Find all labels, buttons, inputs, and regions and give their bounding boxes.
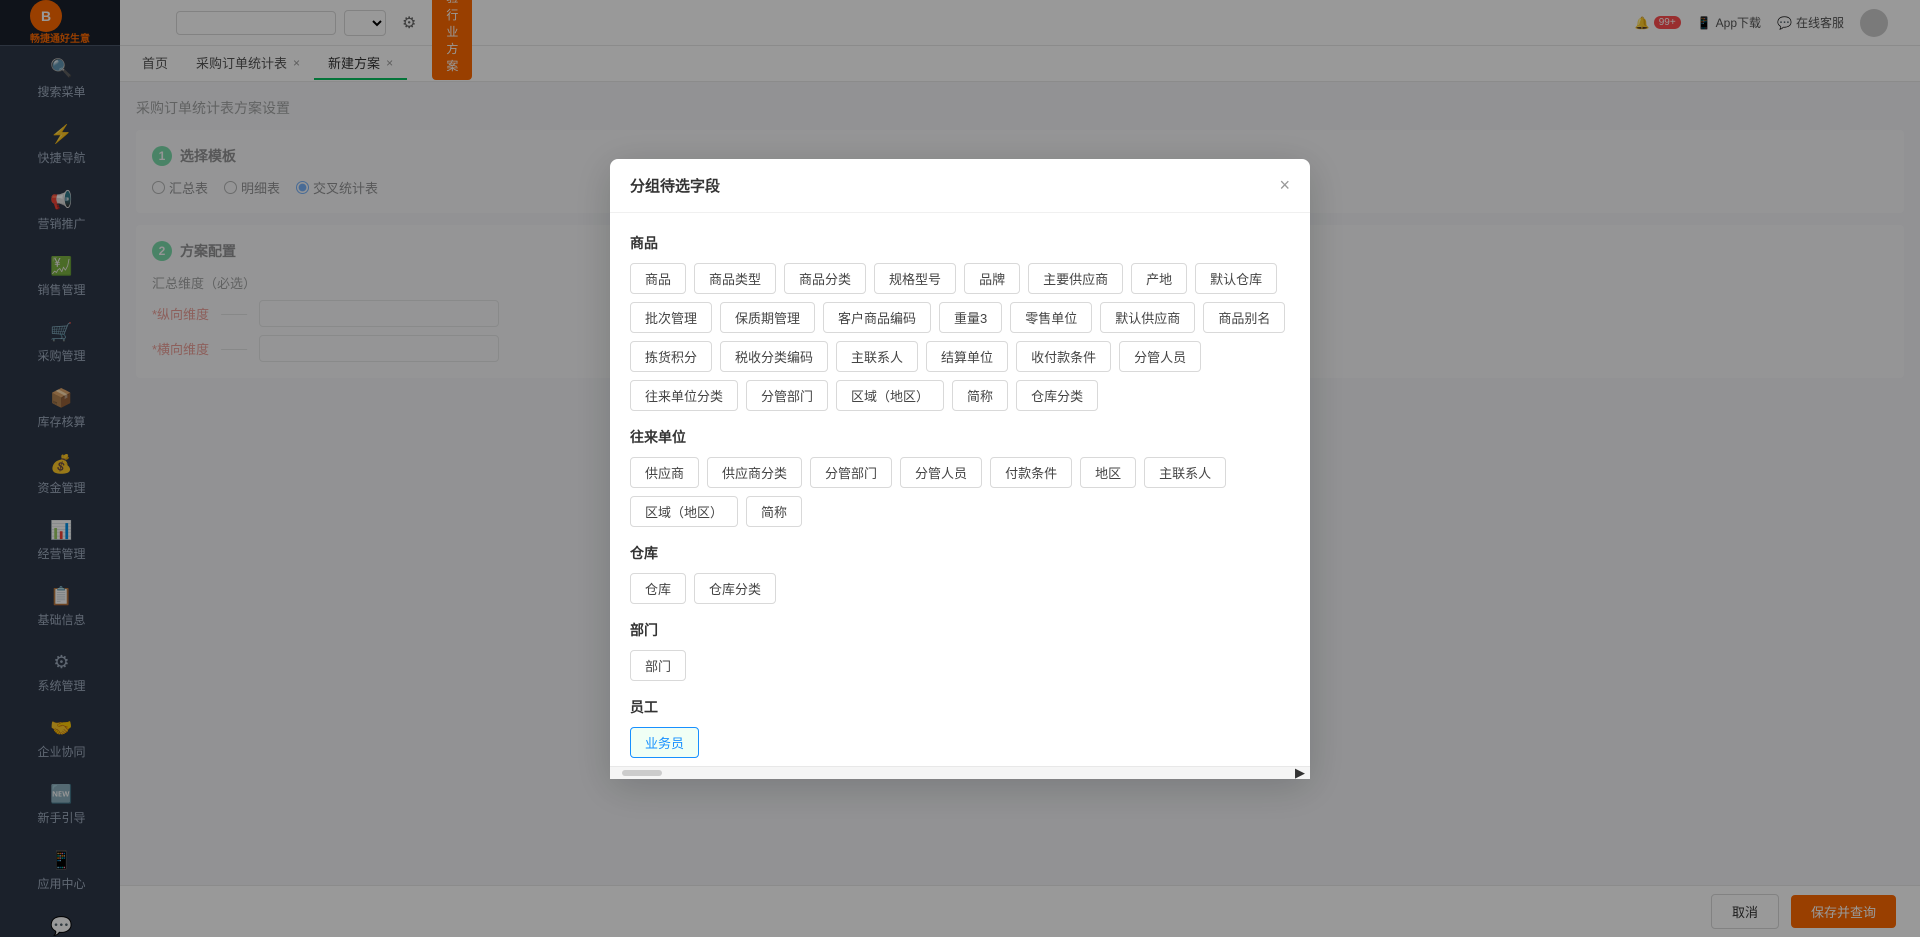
- field-tag-product-重量3[interactable]: 重量3: [939, 302, 1002, 333]
- section-title-warehouse: 仓库: [630, 543, 1290, 563]
- field-tag-cp-主联系人[interactable]: 主联系人: [1144, 457, 1226, 488]
- section-title-staff: 员工: [630, 697, 1290, 717]
- hscroll-right-btn[interactable]: ▶: [1294, 767, 1306, 779]
- hscroll-thumb: [622, 770, 662, 776]
- field-tag-staff-业务员[interactable]: 业务员: [630, 727, 699, 758]
- field-tag-cp-区域地区[interactable]: 区域（地区）: [630, 496, 738, 527]
- field-tag-cp-供应商[interactable]: 供应商: [630, 457, 699, 488]
- field-tag-product-拣货积分[interactable]: 拣货积分: [630, 341, 712, 372]
- dialog-close-button[interactable]: ×: [1279, 175, 1290, 196]
- warehouse-field-grid: 仓库 仓库分类: [630, 573, 1290, 604]
- field-tag-product-保质期管理[interactable]: 保质期管理: [720, 302, 815, 333]
- section-title-product: 商品: [630, 233, 1290, 253]
- field-tag-product-产地[interactable]: 产地: [1131, 263, 1187, 294]
- staff-field-grid: 业务员: [630, 727, 1290, 758]
- field-tag-product-商品别名[interactable]: 商品别名: [1203, 302, 1285, 333]
- field-tag-product-简称[interactable]: 简称: [952, 380, 1008, 411]
- field-tag-product-批次管理[interactable]: 批次管理: [630, 302, 712, 333]
- field-tag-cp-分管部门[interactable]: 分管部门: [810, 457, 892, 488]
- field-tag-product-结算单位[interactable]: 结算单位: [926, 341, 1008, 372]
- field-tag-product-商品类型[interactable]: 商品类型: [694, 263, 776, 294]
- field-tag-product-零售单位[interactable]: 零售单位: [1010, 302, 1092, 333]
- field-tag-product-商品分类[interactable]: 商品分类: [784, 263, 866, 294]
- field-select-dialog: 分组待选字段 × 商品 商品 商品类型 商品分类 规格型号 品牌 主要供应商 产…: [610, 159, 1310, 779]
- field-tag-wh-仓库分类[interactable]: 仓库分类: [694, 573, 776, 604]
- dialog-body[interactable]: 商品 商品 商品类型 商品分类 规格型号 品牌 主要供应商 产地 默认仓库 批次…: [610, 213, 1310, 766]
- field-tag-cp-付款条件[interactable]: 付款条件: [990, 457, 1072, 488]
- field-tag-product-商品[interactable]: 商品: [630, 263, 686, 294]
- section-title-dept: 部门: [630, 620, 1290, 640]
- field-tag-product-默认仓库[interactable]: 默认仓库: [1195, 263, 1277, 294]
- dialog-hscroll[interactable]: ▶: [610, 766, 1310, 779]
- field-tag-product-分管人员[interactable]: 分管人员: [1119, 341, 1201, 372]
- field-tag-product-默认供应商[interactable]: 默认供应商: [1100, 302, 1195, 333]
- field-tag-wh-仓库[interactable]: 仓库: [630, 573, 686, 604]
- section-title-counterpart: 往来单位: [630, 427, 1290, 447]
- field-tag-product-客户商品编码[interactable]: 客户商品编码: [823, 302, 931, 333]
- field-tag-cp-分管人员[interactable]: 分管人员: [900, 457, 982, 488]
- field-tag-product-主联系人[interactable]: 主联系人: [836, 341, 918, 372]
- field-tag-cp-地区[interactable]: 地区: [1080, 457, 1136, 488]
- field-tag-cp-供应商分类[interactable]: 供应商分类: [707, 457, 802, 488]
- field-tag-product-分管部门[interactable]: 分管部门: [746, 380, 828, 411]
- field-tag-product-仓库分类[interactable]: 仓库分类: [1016, 380, 1098, 411]
- field-tag-dept-部门[interactable]: 部门: [630, 650, 686, 681]
- product-field-grid: 商品 商品类型 商品分类 规格型号 品牌 主要供应商 产地 默认仓库 批次管理 …: [630, 263, 1290, 411]
- field-tag-product-规格型号[interactable]: 规格型号: [874, 263, 956, 294]
- field-tag-product-税收分类编码[interactable]: 税收分类编码: [720, 341, 828, 372]
- dialog-header: 分组待选字段 ×: [610, 159, 1310, 213]
- dept-field-grid: 部门: [630, 650, 1290, 681]
- field-tag-product-往来单位分类[interactable]: 往来单位分类: [630, 380, 738, 411]
- field-tag-product-品牌[interactable]: 品牌: [964, 263, 1020, 294]
- dialog-title: 分组待选字段: [630, 175, 720, 196]
- field-tag-product-区域地区[interactable]: 区域（地区）: [836, 380, 944, 411]
- field-tag-product-主要供应商[interactable]: 主要供应商: [1028, 263, 1123, 294]
- field-tag-cp-简称[interactable]: 简称: [746, 496, 802, 527]
- field-tag-product-收付款条件[interactable]: 收付款条件: [1016, 341, 1111, 372]
- counterpart-field-grid: 供应商 供应商分类 分管部门 分管人员 付款条件 地区 主联系人 区域（地区） …: [630, 457, 1290, 527]
